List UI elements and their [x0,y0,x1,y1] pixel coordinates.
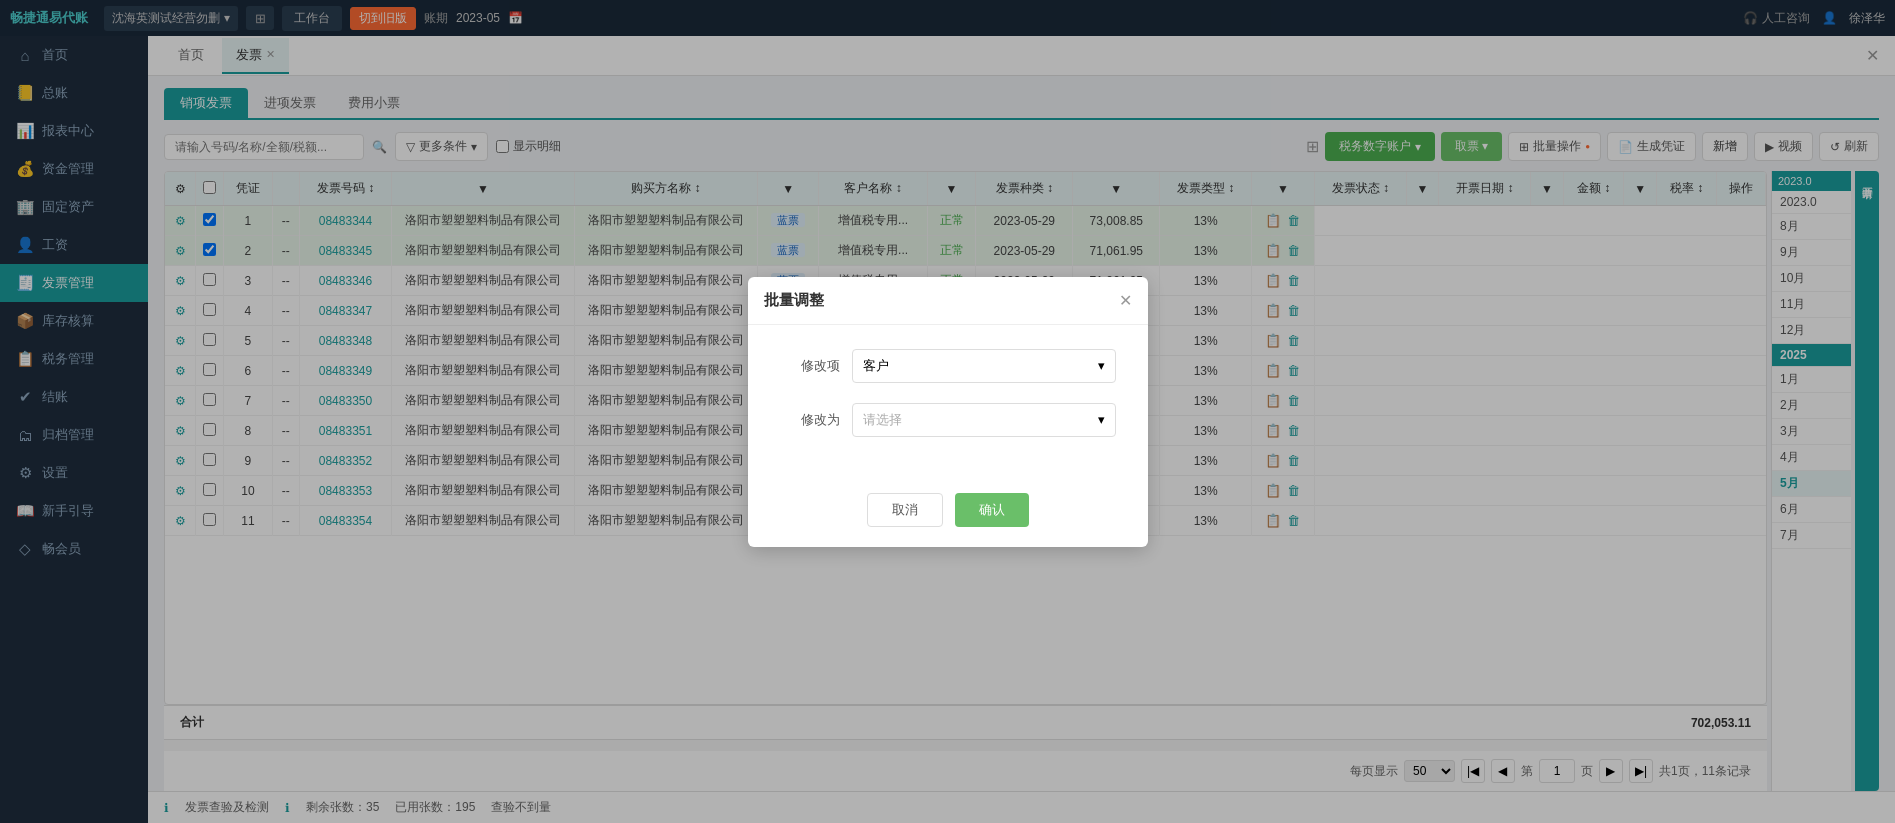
value-dropdown-icon: ▾ [1098,412,1105,427]
value-placeholder: 请选择 [863,411,902,429]
modal-footer: 取消 确认 [748,481,1148,547]
modal-body: 修改项 客户 ▾ 修改为 请选择 ▾ [748,325,1148,481]
value-row: 修改为 请选择 ▾ [780,403,1116,437]
modal-overlay: 批量调整 ✕ 修改项 客户 ▾ 修改为 请选择 ▾ 取消 确认 [0,0,1895,823]
field-label: 修改项 [780,357,840,375]
cancel-button[interactable]: 取消 [867,493,943,527]
batch-adjust-modal: 批量调整 ✕ 修改项 客户 ▾ 修改为 请选择 ▾ 取消 确认 [748,277,1148,547]
field-select[interactable]: 客户 ▾ [852,349,1116,383]
confirm-button[interactable]: 确认 [955,493,1029,527]
field-dropdown-icon: ▾ [1098,358,1105,373]
modal-header: 批量调整 ✕ [748,277,1148,325]
field-value: 客户 [863,357,889,375]
modal-title: 批量调整 [764,291,824,310]
value-select[interactable]: 请选择 ▾ [852,403,1116,437]
value-label: 修改为 [780,411,840,429]
modal-close-btn[interactable]: ✕ [1119,291,1132,310]
field-row: 修改项 客户 ▾ [780,349,1116,383]
